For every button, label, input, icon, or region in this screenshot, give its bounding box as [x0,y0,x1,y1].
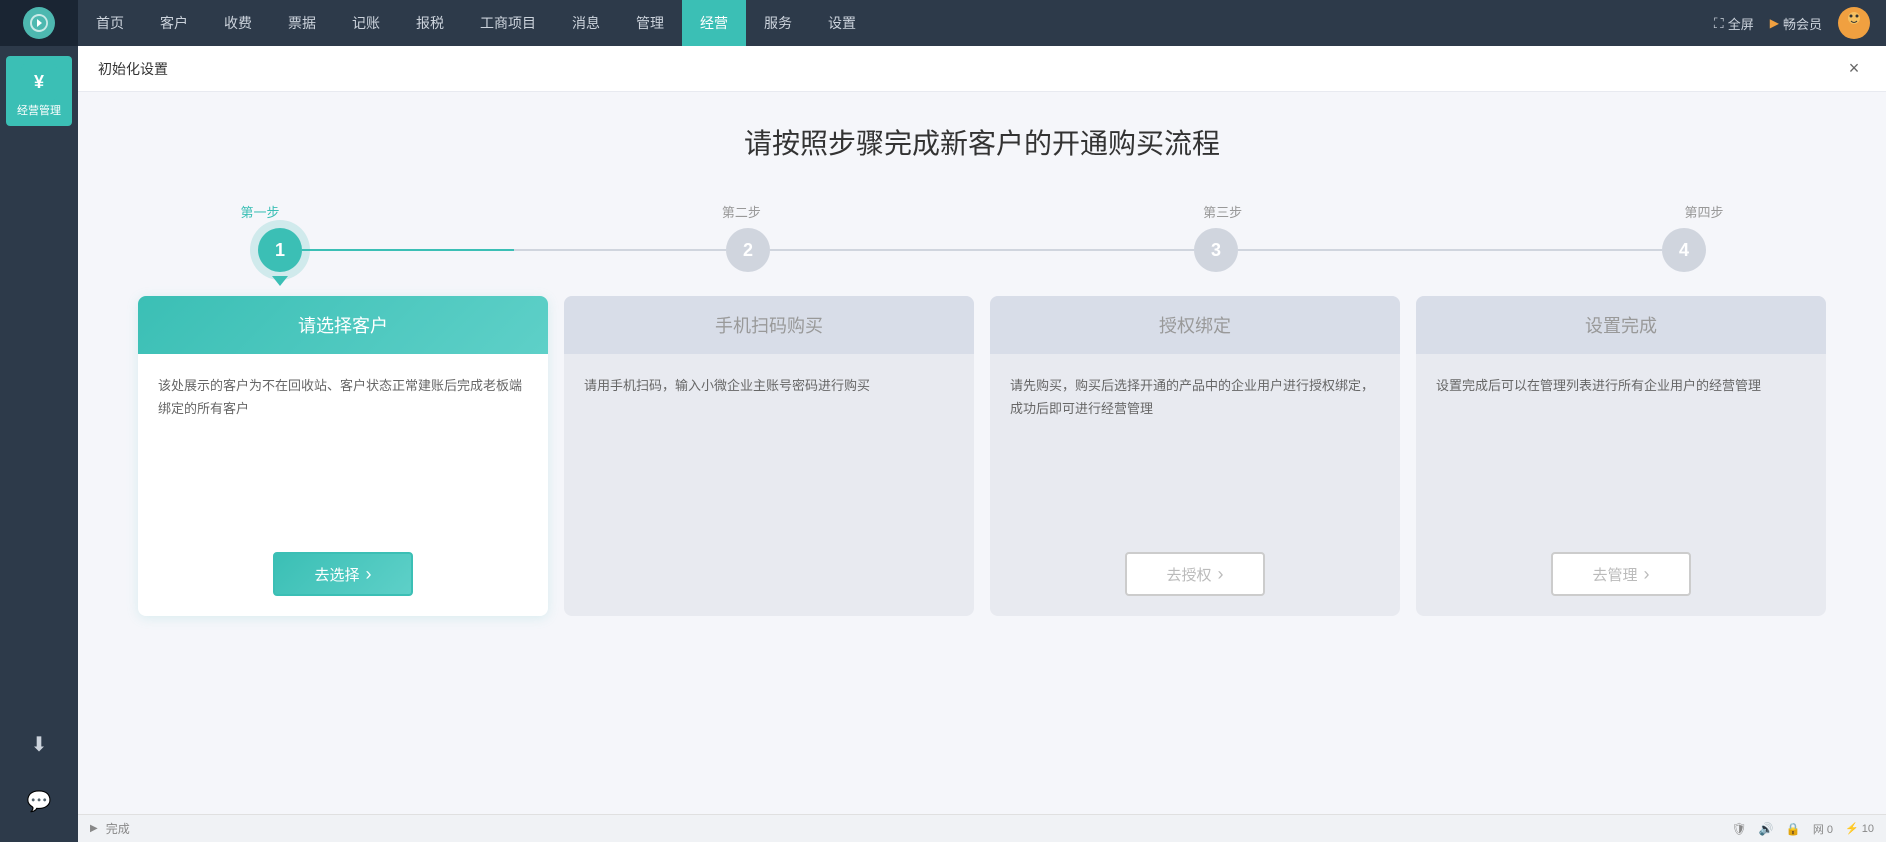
status-bar: ▶ 完成 🛡 🔊 🔒 网 0 ⚡ 10 [78,814,1886,842]
nav-business[interactable]: 工商项目 [462,0,554,46]
step2-circle: 2 [726,228,770,272]
setup-main-title: 请按照步骤完成新客户的开通购买流程 [138,122,1826,162]
battery-status: ⚡ 10 [1845,822,1874,835]
page-title: 初始化设置 [98,59,168,79]
download-icon: ⬇ [31,732,48,757]
step3-circle: 3 [1194,228,1238,272]
step1-circle: 1 [258,228,302,272]
step4-label: 第四步 [1682,202,1726,222]
nav-right-area: ⛶ 全屏 ▶ 畅会员 [1714,7,1886,39]
nav-tax[interactable]: 报税 [398,0,462,46]
step4-card-header: 设置完成 [1416,296,1826,354]
nav-operation[interactable]: 经营 [682,0,746,46]
step3-card-footer: 去授权 › [990,536,1400,616]
nav-accounting[interactable]: 记账 [334,0,398,46]
step2-card-footer [564,580,974,616]
chat-icon: 💬 [27,789,52,814]
top-navigation: 首页 客户 收费 票据 记账 报税 工商项目 消息 管理 经营 服务 设置 ⛶ … [0,0,1886,46]
status-right: 🛡 🔊 🔒 网 0 ⚡ 10 [1732,821,1874,837]
step1-btn-arrow: › [366,564,372,585]
step2-card: 手机扫码购买 请用手机扫码，输入小微企业主账号密码进行购买 [564,296,974,616]
status-text: 完成 [106,820,130,837]
left-sidebar: ¥ 经营管理 ⬇ 💬 [0,46,78,842]
user-avatar[interactable] [1838,7,1870,39]
sidebar-download[interactable]: ⬇ [6,724,72,765]
logo-area [0,0,78,46]
member-label: 畅会员 [1783,14,1822,33]
step4-circle: 4 [1662,228,1706,272]
step-cards: 请选择客户 该处展示的客户为不在回收站、客户状态正常建账后完成老板端绑定的所有客… [138,296,1826,616]
nav-home[interactable]: 首页 [78,0,142,46]
nav-message[interactable]: 消息 [554,0,618,46]
nav-fee[interactable]: 收费 [206,0,270,46]
money-icon: ¥ [21,64,57,100]
connector-1-2: › [302,249,726,251]
step3-action-button[interactable]: 去授权 › [1125,552,1265,596]
step1-card-body: 该处展示的客户为不在回收站、客户状态正常建账后完成老板端绑定的所有客户 [138,354,548,536]
nav-service[interactable]: 服务 [746,0,810,46]
step3-btn-arrow: › [1218,564,1224,585]
lock-icon: 🔒 [1786,822,1801,836]
step4-card: 设置完成 设置完成后可以在管理列表进行所有企业用户的经营管理 去管理 › [1416,296,1826,616]
step3-card-body: 请先购买，购买后选择开通的产品中的企业用户进行授权绑定，成功后即可进行经营管理 [990,354,1400,536]
shield-icon: 🛡 [1732,822,1747,836]
nav-invoice[interactable]: 票据 [270,0,334,46]
step2-card-header: 手机扫码购买 [564,296,974,354]
main-layout: ¥ 经营管理 ⬇ 💬 初始化设置 × 请按照步骤完成新客户的开通购买流程 第一步 [0,46,1886,842]
step1-card-footer: 去选择 › [138,536,548,616]
step3-label: 第三步 [1201,202,1245,222]
play-icon: ▶ [1770,16,1779,30]
step1-label: 第一步 [238,202,282,222]
sidebar-item-label: 经营管理 [17,104,61,118]
play-status-icon: ▶ [90,823,98,834]
sidebar-chat[interactable]: 💬 [6,781,72,822]
member-button[interactable]: ▶ 畅会员 [1770,14,1822,33]
step4-card-body: 设置完成后可以在管理列表进行所有企业用户的经营管理 [1416,354,1826,536]
step3-card: 授权绑定 请先购买，购买后选择开通的产品中的企业用户进行授权绑定，成功后即可进行… [990,296,1400,616]
status-left: ▶ 完成 [90,820,130,837]
step4-btn-arrow: › [1644,564,1650,585]
step2-label: 第二步 [719,202,763,222]
fullscreen-label: 全屏 [1728,14,1754,33]
content-header: 初始化设置 × [78,46,1886,92]
step4-card-footer: 去管理 › [1416,536,1826,616]
fullscreen-button[interactable]: ⛶ 全屏 [1714,14,1754,33]
step4-action-button[interactable]: 去管理 › [1551,552,1691,596]
fullscreen-icon: ⛶ [1714,15,1724,32]
connector-3-4: › [1238,249,1662,251]
setup-container: 请按照步骤完成新客户的开通购买流程 第一步 第二步 第三步 第四步 [78,92,1886,814]
network-status: 网 0 [1813,821,1833,837]
step2-card-body: 请用手机扫码，输入小微企业主账号密码进行购买 [564,354,974,580]
nav-items-list: 首页 客户 收费 票据 记账 报税 工商项目 消息 管理 经营 服务 设置 [78,0,1714,46]
step1-action-button[interactable]: 去选择 › [273,552,413,596]
close-button[interactable]: × [1842,57,1866,81]
sidebar-item-management[interactable]: ¥ 经营管理 [6,56,72,126]
volume-icon: 🔊 [1759,822,1774,836]
nav-customer[interactable]: 客户 [142,0,206,46]
nav-manage[interactable]: 管理 [618,0,682,46]
step1-card-header: 请选择客户 [138,296,548,354]
nav-settings[interactable]: 设置 [810,0,874,46]
step1-card: 请选择客户 该处展示的客户为不在回收站、客户状态正常建账后完成老板端绑定的所有客… [138,296,548,616]
connector-2-3: › [770,249,1194,251]
app-logo [23,7,55,39]
main-content-area: 初始化设置 × 请按照步骤完成新客户的开通购买流程 第一步 第二步 第三步 第四… [78,46,1886,842]
step3-card-header: 授权绑定 [990,296,1400,354]
